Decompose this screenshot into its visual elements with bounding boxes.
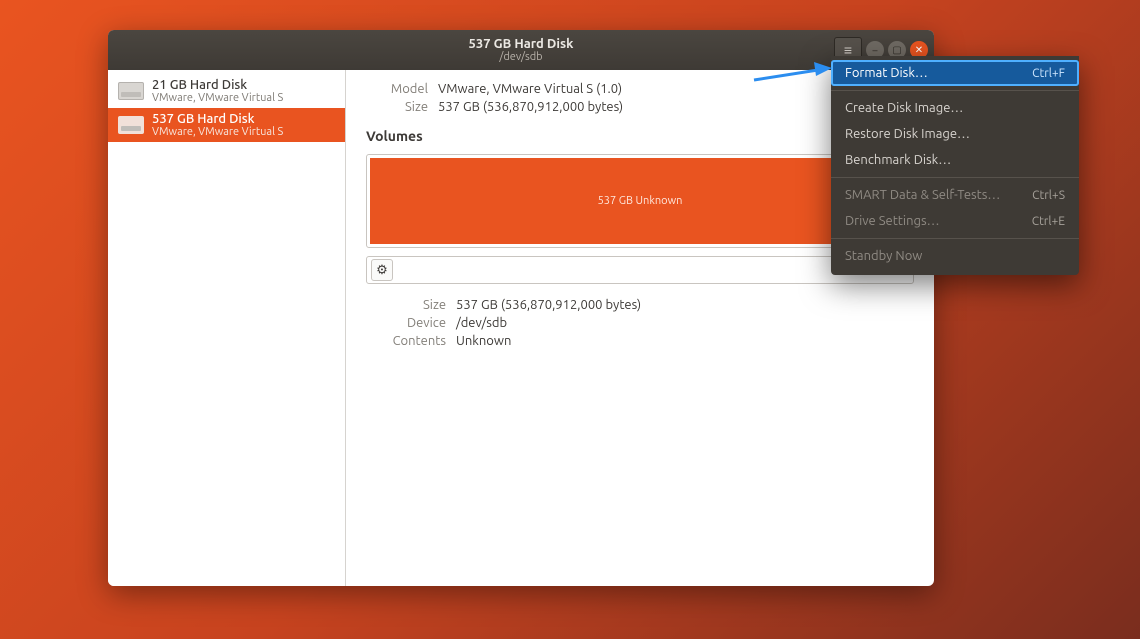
menu-shortcut: Ctrl+E bbox=[1032, 215, 1065, 228]
harddisk-icon bbox=[118, 116, 144, 134]
model-value: VMware, VMware Virtual S (1.0) bbox=[438, 82, 622, 96]
menu-separator bbox=[831, 177, 1079, 178]
vol-size-value: 537 GB (536,870,912,000 bytes) bbox=[456, 298, 641, 312]
sidebar-item-disk-1[interactable]: 537 GB Hard Disk VMware, VMware Virtual … bbox=[108, 108, 345, 142]
menu-format-disk[interactable]: Format Disk… Ctrl+F bbox=[831, 60, 1079, 86]
menu-benchmark-disk[interactable]: Benchmark Disk… bbox=[831, 147, 1079, 173]
menu-standby-now: Standby Now bbox=[831, 243, 1079, 269]
vol-contents-value: Unknown bbox=[456, 334, 511, 348]
disk-menu: Format Disk… Ctrl+F Create Disk Image… R… bbox=[831, 56, 1079, 275]
volume-block-label: 537 GB Unknown bbox=[598, 195, 683, 207]
sidebar-item-disk-0[interactable]: 21 GB Hard Disk VMware, VMware Virtual S bbox=[108, 74, 345, 108]
volume-details: Size 537 GB (536,870,912,000 bytes) Devi… bbox=[366, 298, 914, 348]
disk-subtitle: VMware, VMware Virtual S bbox=[152, 126, 283, 138]
menu-shortcut: Ctrl+S bbox=[1032, 189, 1065, 202]
menu-separator bbox=[831, 90, 1079, 91]
menu-restore-disk-image[interactable]: Restore Disk Image… bbox=[831, 121, 1079, 147]
menu-shortcut: Ctrl+F bbox=[1032, 67, 1065, 80]
gear-icon: ⚙ bbox=[376, 263, 388, 278]
menu-label: Restore Disk Image… bbox=[845, 127, 970, 141]
menu-separator bbox=[831, 238, 1079, 239]
vol-contents-row: Contents Unknown bbox=[366, 334, 914, 348]
menu-label: Benchmark Disk… bbox=[845, 153, 951, 167]
window-content: 21 GB Hard Disk VMware, VMware Virtual S… bbox=[108, 70, 934, 586]
size-label: Size bbox=[366, 100, 428, 114]
vol-size-label: Size bbox=[366, 298, 446, 312]
menu-label: SMART Data & Self-Tests… bbox=[845, 188, 1000, 202]
annotation-arrow bbox=[752, 62, 832, 86]
disk-subtitle: VMware, VMware Virtual S bbox=[152, 92, 283, 104]
menu-drive-settings: Drive Settings… Ctrl+E bbox=[831, 208, 1079, 234]
window-subtitle: /dev/sdb bbox=[499, 51, 542, 63]
menu-label: Drive Settings… bbox=[845, 214, 940, 228]
vol-contents-label: Contents bbox=[366, 334, 446, 348]
disk-title: 537 GB Hard Disk bbox=[152, 112, 283, 126]
menu-label: Standby Now bbox=[845, 249, 922, 263]
vol-device-value: /dev/sdb bbox=[456, 316, 507, 330]
vol-device-row: Device /dev/sdb bbox=[366, 316, 914, 330]
disk-sidebar: 21 GB Hard Disk VMware, VMware Virtual S… bbox=[108, 70, 346, 586]
model-label: Model bbox=[366, 82, 428, 96]
vol-size-row: Size 537 GB (536,870,912,000 bytes) bbox=[366, 298, 914, 312]
menu-label: Create Disk Image… bbox=[845, 101, 963, 115]
window-title: 537 GB Hard Disk bbox=[469, 37, 574, 51]
disk-title: 21 GB Hard Disk bbox=[152, 78, 283, 92]
volume-options-button[interactable]: ⚙ bbox=[371, 259, 393, 281]
menu-label: Format Disk… bbox=[845, 66, 928, 80]
disks-window: 537 GB Hard Disk /dev/sdb ≡ – ▢ ✕ 21 GB … bbox=[108, 30, 934, 586]
volume-block[interactable]: 537 GB Unknown bbox=[370, 158, 910, 244]
menu-smart-data: SMART Data & Self-Tests… Ctrl+S bbox=[831, 182, 1079, 208]
titlebar-title-area: 537 GB Hard Disk /dev/sdb bbox=[108, 37, 934, 63]
size-value: 537 GB (536,870,912,000 bytes) bbox=[438, 100, 623, 114]
harddisk-icon bbox=[118, 82, 144, 100]
vol-device-label: Device bbox=[366, 316, 446, 330]
menu-create-disk-image[interactable]: Create Disk Image… bbox=[831, 95, 1079, 121]
